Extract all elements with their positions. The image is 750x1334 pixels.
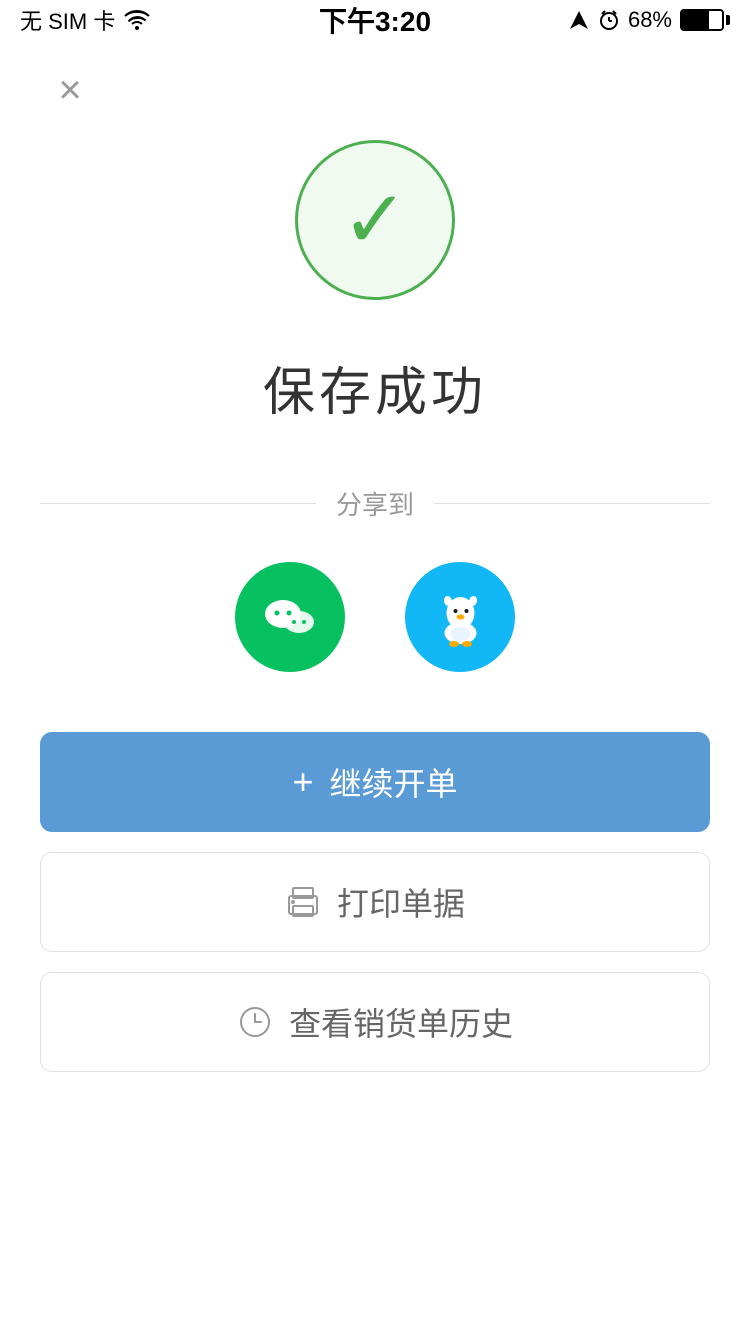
history-label: 查看销货单历史 [289,999,513,1045]
continue-button[interactable]: + 继续开单 [40,732,710,832]
close-icon: × [58,70,81,110]
qq-share-button[interactable] [405,562,515,672]
divider-row: 分享到 [40,485,710,522]
print-icon [285,884,321,920]
success-circle: ✓ [295,140,455,300]
actions-section: + 继续开单 打印单据 查看销货单历史 [40,732,710,1072]
share-section: 分享到 [40,485,710,672]
qq-icon [428,585,493,650]
continue-plus-icon: + [292,761,313,803]
continue-label: 继续开单 [330,759,458,805]
divider-right [434,503,710,504]
page-content: × ✓ 保存成功 分享到 [0,40,750,1112]
divider-left [40,503,316,504]
print-label: 打印单据 [337,879,465,925]
battery-icon [680,9,730,31]
checkmark-icon: ✓ [341,180,408,260]
wechat-icon [255,582,325,652]
history-button[interactable]: 查看销货单历史 [40,972,710,1072]
sim-status: 无 SIM 卡 [20,4,115,36]
alarm-icon [598,9,620,31]
status-right: 68% [568,7,730,33]
close-button[interactable]: × [40,60,100,120]
wechat-share-button[interactable] [235,562,345,672]
battery-percent: 68% [628,7,672,33]
print-button[interactable]: 打印单据 [40,852,710,952]
success-title: 保存成功 [263,350,487,425]
location-icon [568,9,590,31]
status-left: 无 SIM 卡 [20,4,151,36]
wifi-icon [123,10,151,30]
share-icons [235,562,515,672]
history-icon [237,1004,273,1040]
share-label: 分享到 [316,485,434,522]
status-time: 下午3:20 [319,0,431,40]
status-bar: 无 SIM 卡 下午3:20 68% [0,0,750,40]
